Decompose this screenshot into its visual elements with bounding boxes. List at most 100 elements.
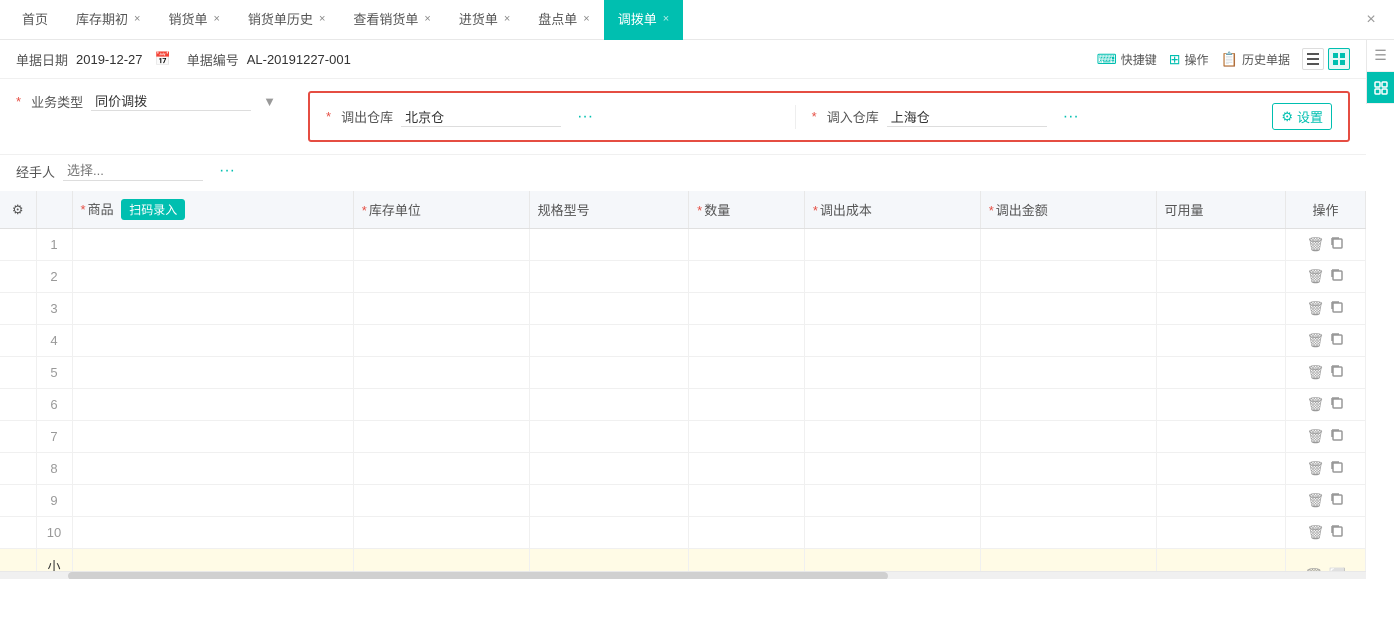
row-cell-6[interactable] — [804, 293, 980, 325]
row-cell-6[interactable] — [804, 485, 980, 517]
row-cell-3[interactable] — [353, 453, 529, 485]
row-cell-4[interactable] — [529, 293, 689, 325]
row-delete-icon[interactable]: 🗑 — [1307, 396, 1325, 413]
row-cell-3[interactable] — [353, 549, 529, 572]
row-cell-6[interactable] — [804, 517, 980, 549]
tab-stocktake[interactable]: 盘点单 × — [524, 0, 603, 40]
row-cell-2[interactable] — [72, 357, 353, 389]
row-cell-7[interactable] — [980, 421, 1156, 453]
row-cell-2[interactable] — [72, 389, 353, 421]
row-copy-icon[interactable] — [1330, 364, 1344, 381]
row-cell-4[interactable] — [529, 325, 689, 357]
row-cell-6[interactable] — [804, 357, 980, 389]
tab-close-view-sales[interactable]: × — [424, 13, 430, 25]
row-cell-8[interactable] — [1156, 517, 1285, 549]
row-copy-icon[interactable] — [1330, 332, 1344, 349]
row-cell-7[interactable] — [980, 325, 1156, 357]
tab-sales-order[interactable]: 销货单 × — [154, 0, 233, 40]
row-delete-icon[interactable]: 🗑 — [1307, 268, 1325, 285]
tab-purchase-order[interactable]: 进货单 × — [445, 0, 524, 40]
row-cell-6[interactable] — [804, 389, 980, 421]
row-copy-icon[interactable] — [1330, 300, 1344, 317]
calendar-icon[interactable]: 📅 — [155, 51, 171, 67]
row-cell-7[interactable] — [980, 453, 1156, 485]
row-cell-7[interactable] — [980, 357, 1156, 389]
transfer-in-more-icon[interactable]: ··· — [1063, 108, 1079, 126]
row-cell-4[interactable] — [529, 421, 689, 453]
row-cell-3[interactable] — [353, 357, 529, 389]
row-cell-3[interactable] — [353, 421, 529, 453]
biz-type-input[interactable] — [91, 91, 251, 111]
horizontal-scrollbar[interactable] — [0, 571, 1366, 579]
row-cell-2[interactable] — [72, 229, 353, 261]
tab-close-inventory-init[interactable]: × — [134, 13, 140, 25]
row-cell-7[interactable] — [980, 261, 1156, 293]
row-cell-2[interactable] — [72, 261, 353, 293]
row-cell-5[interactable]: 0.00 — [689, 549, 805, 572]
row-cell-7[interactable] — [980, 293, 1156, 325]
view-toggle-list[interactable] — [1302, 48, 1324, 70]
row-cell-4[interactable] — [529, 229, 689, 261]
row-delete-icon[interactable]: 🗑 — [1307, 364, 1325, 381]
row-delete-icon[interactable]: 🗑 — [1307, 332, 1325, 349]
row-cell-3[interactable] — [353, 261, 529, 293]
row-cell-4[interactable] — [529, 261, 689, 293]
biz-type-dropdown-icon[interactable]: ▼ — [263, 94, 276, 109]
row-cell-4[interactable] — [529, 389, 689, 421]
row-delete-icon[interactable]: 🗑 — [1307, 300, 1325, 317]
row-cell-2[interactable] — [72, 517, 353, 549]
close-all-button[interactable]: × — [1356, 5, 1386, 35]
row-copy-icon[interactable] — [1330, 428, 1344, 445]
row-cell-7[interactable] — [980, 389, 1156, 421]
row-cell-2[interactable] — [72, 325, 353, 357]
row-cell-7[interactable]: 0.00 — [980, 549, 1156, 572]
tab-inventory-init[interactable]: 库存期初 × — [62, 0, 154, 40]
row-cell-2[interactable] — [72, 293, 353, 325]
row-cell-8[interactable] — [1156, 453, 1285, 485]
row-cell-5[interactable] — [689, 261, 805, 293]
row-cell-3[interactable] — [353, 293, 529, 325]
tab-home[interactable]: 首页 — [8, 0, 62, 40]
row-cell-7[interactable] — [980, 485, 1156, 517]
row-copy-icon[interactable] — [1330, 268, 1344, 285]
row-delete-icon[interactable]: 🗑 — [1307, 492, 1325, 509]
row-cell-8[interactable] — [1156, 549, 1285, 572]
row-copy-icon[interactable] — [1330, 460, 1344, 477]
row-cell-5[interactable] — [689, 389, 805, 421]
tab-transfer[interactable]: 调拨单 × — [604, 0, 683, 40]
handler-input[interactable] — [63, 161, 203, 181]
row-cell-5[interactable] — [689, 517, 805, 549]
row-cell-8[interactable] — [1156, 293, 1285, 325]
row-copy-icon[interactable] — [1330, 492, 1344, 509]
view-toggle-grid[interactable] — [1328, 48, 1350, 70]
scan-button[interactable]: 扫码录入 — [121, 199, 185, 220]
row-cell-2[interactable] — [72, 453, 353, 485]
row-delete-icon[interactable]: 🗑 — [1307, 524, 1325, 541]
row-cell-8[interactable] — [1156, 229, 1285, 261]
tab-close-sales-history[interactable]: × — [319, 13, 325, 25]
row-cell-5[interactable] — [689, 357, 805, 389]
tab-close-purchase-order[interactable]: × — [504, 13, 510, 25]
row-cell-3[interactable] — [353, 325, 529, 357]
row-cell-5[interactable] — [689, 229, 805, 261]
row-cell-8[interactable] — [1156, 325, 1285, 357]
row-copy-icon[interactable] — [1330, 396, 1344, 413]
row-cell-2[interactable] — [72, 549, 353, 572]
row-cell-6[interactable] — [804, 325, 980, 357]
tab-close-transfer[interactable]: × — [663, 13, 669, 25]
row-cell-6[interactable] — [804, 261, 980, 293]
tab-sales-history[interactable]: 销货单历史 × — [234, 0, 339, 40]
row-cell-3[interactable] — [353, 389, 529, 421]
row-cell-3[interactable] — [353, 229, 529, 261]
row-cell-8[interactable] — [1156, 357, 1285, 389]
row-cell-4[interactable] — [529, 485, 689, 517]
shortcut-button[interactable]: ⌨ 快捷键 — [1097, 51, 1157, 68]
panel-expand-icon[interactable] — [1367, 72, 1394, 104]
row-cell-5[interactable] — [689, 293, 805, 325]
tab-close-stocktake[interactable]: × — [583, 13, 589, 25]
row-cell-8[interactable] — [1156, 485, 1285, 517]
row-cell-7[interactable] — [980, 517, 1156, 549]
row-cell-7[interactable] — [980, 229, 1156, 261]
transfer-in-input[interactable] — [887, 107, 1047, 127]
tab-view-sales[interactable]: 查看销货单 × — [339, 0, 444, 40]
